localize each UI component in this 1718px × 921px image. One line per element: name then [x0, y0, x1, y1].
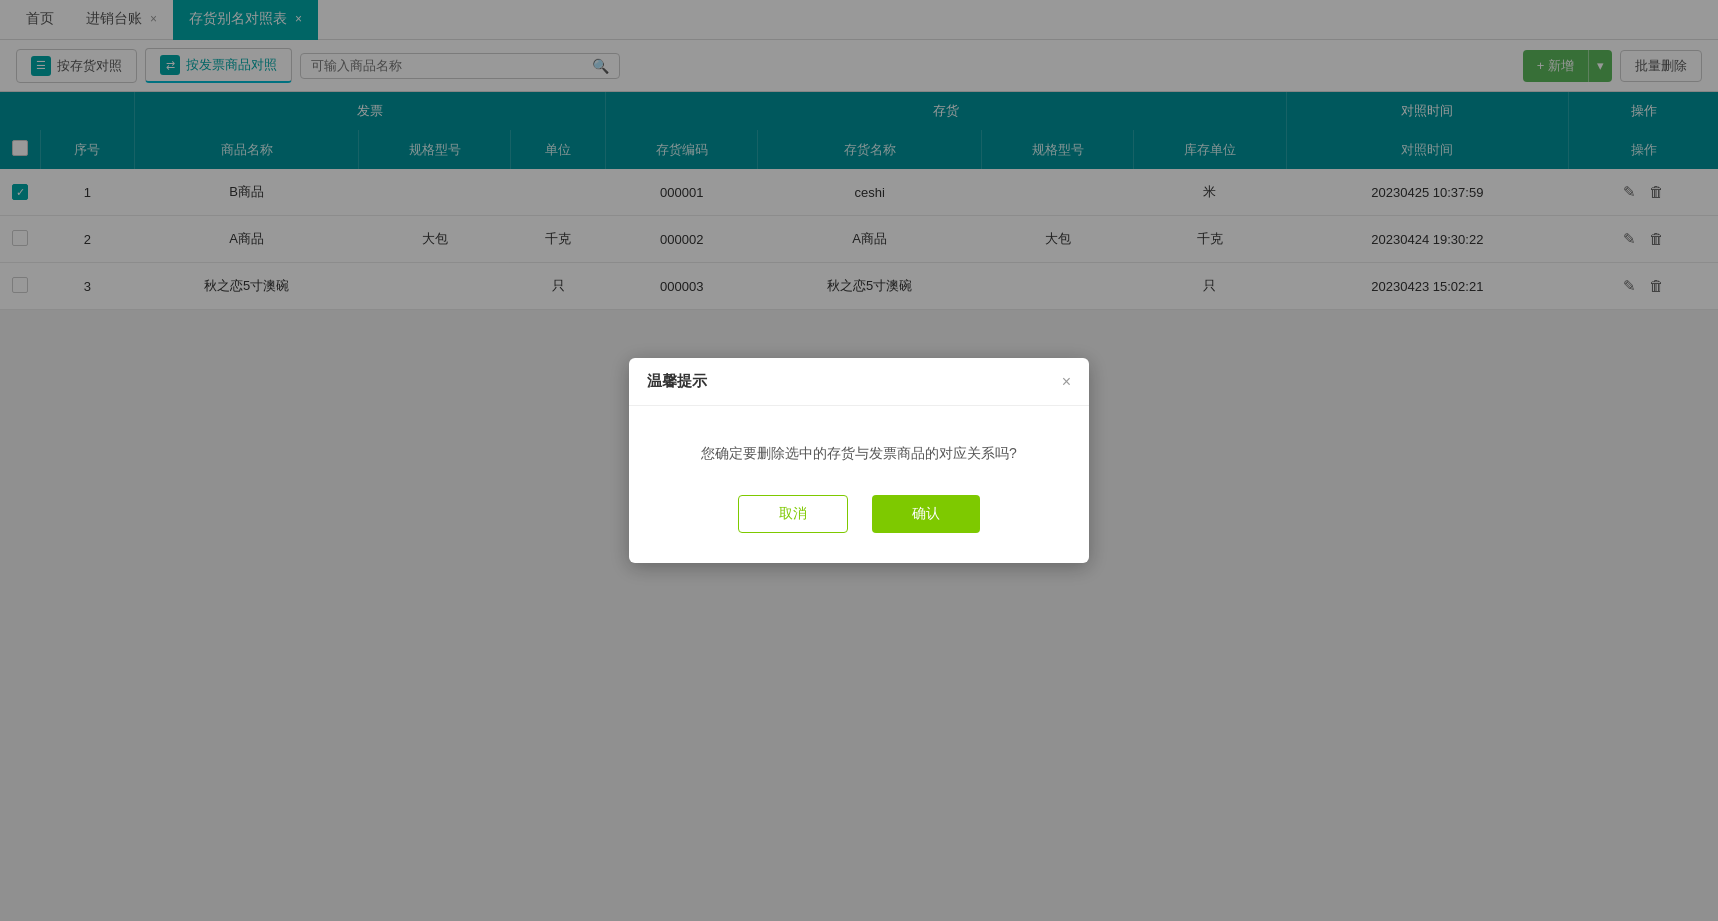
confirm-dialog-overlay: 温馨提示 × 您确定要删除选中的存货与发票商品的对应关系吗? 取消 确认 — [0, 0, 1718, 310]
